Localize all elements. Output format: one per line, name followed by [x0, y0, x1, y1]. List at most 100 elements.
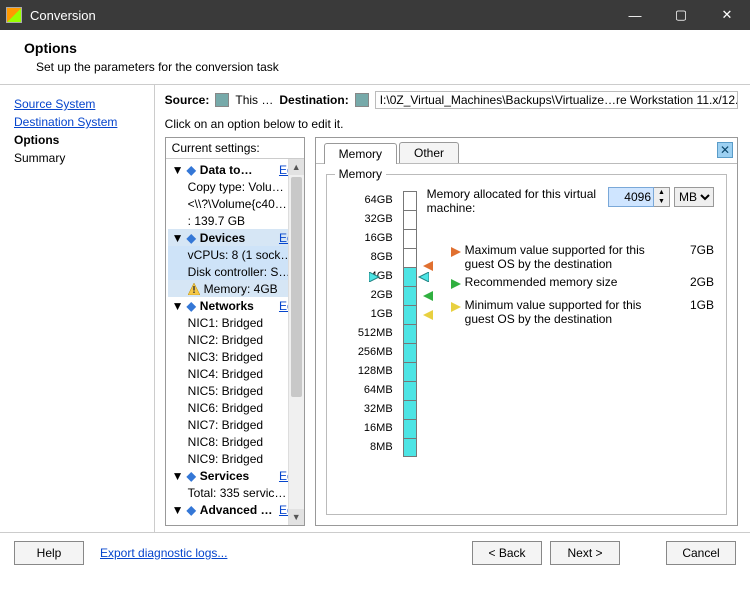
destination-value: I:\0Z_Virtual_Machines\Backups\Virtualiz…	[375, 91, 738, 109]
memory-alloc-stepper[interactable]: ▲▼	[654, 187, 670, 207]
memory-scale-label: 64GB	[339, 191, 393, 210]
memory-scale-label: 16MB	[339, 419, 393, 438]
memory-scale-label: 256MB	[339, 343, 393, 362]
close-button[interactable]: ✕	[704, 0, 750, 30]
tree-group[interactable]: ▼◆NetworksEdit	[168, 297, 304, 314]
memory-bar[interactable]	[399, 191, 421, 457]
tree-item[interactable]: vCPUs: 8 (1 sock…	[168, 246, 304, 263]
memory-bar-segment	[403, 343, 417, 362]
nav-source-system[interactable]: Source System	[14, 95, 148, 113]
settings-tree: Current settings: ▼◆Data to…EditCopy typ…	[165, 137, 305, 526]
memory-bar-segment	[403, 191, 417, 210]
memory-max-row: Maximum value supported for this guest O…	[451, 243, 714, 271]
titlebar: Conversion — ▢ ✕	[0, 0, 750, 30]
memory-scale-label: 32GB	[339, 210, 393, 229]
tab-other[interactable]: Other	[399, 142, 459, 163]
memory-alloc-input-group: ▲▼ MB	[608, 187, 714, 207]
memory-alloc-input[interactable]	[608, 187, 654, 207]
memory-bar-segment	[403, 324, 417, 343]
memory-markers	[421, 191, 437, 457]
tree-item[interactable]: NIC6: Bridged	[168, 399, 304, 416]
memory-alloc-label: Memory allocated for this virtual machin…	[427, 187, 598, 215]
memory-bar-segment	[403, 305, 417, 324]
tree-item[interactable]: NIC5: Bridged	[168, 382, 304, 399]
nav-summary[interactable]: Summary	[14, 149, 148, 167]
memory-bar-segment	[403, 248, 417, 267]
memory-scale-label: 4GB	[339, 267, 393, 286]
wizard-nav: Source System Destination System Options…	[0, 85, 155, 532]
tree-item[interactable]: NIC1: Bridged	[168, 314, 304, 331]
tree-item[interactable]: Copy type: Volu…	[168, 178, 304, 195]
memory-max-text: Maximum value supported for this guest O…	[465, 243, 674, 271]
tree-item[interactable]: NIC9: Bridged	[168, 450, 304, 467]
tree-item[interactable]: : 139.7 GB	[168, 212, 304, 229]
memory-scale-label: 64MB	[339, 381, 393, 400]
memory-scale-label: 8GB	[339, 248, 393, 267]
tree-item[interactable]: Disk controller: S…	[168, 263, 304, 280]
panel-close-icon[interactable]: ✕	[717, 142, 733, 158]
tree-item[interactable]: Total: 335 servic…	[168, 484, 304, 501]
memory-scale: 64GB32GB16GB8GB4GB2GB1GB512MB256MB128MB6…	[339, 191, 399, 457]
memory-scale-label: 128MB	[339, 362, 393, 381]
tree-scrollbar[interactable]: ▲▼	[288, 159, 304, 525]
help-button[interactable]: Help	[14, 541, 84, 565]
triangle-min-icon	[451, 302, 465, 314]
tree-header: Current settings:	[166, 138, 304, 159]
memory-bar-segment	[403, 229, 417, 248]
tree-item[interactable]: NIC4: Bridged	[168, 365, 304, 382]
memory-bar-segment	[403, 381, 417, 400]
tab-memory[interactable]: Memory	[324, 143, 397, 164]
nav-destination-system[interactable]: Destination System	[14, 113, 148, 131]
detail-panel: Memory Other ✕ Memory Memory allocated f…	[315, 137, 738, 526]
memory-group-legend: Memory	[335, 167, 386, 181]
memory-bar-segment	[403, 362, 417, 381]
tree-group[interactable]: ▼◆DevicesEdit	[168, 229, 304, 246]
memory-rec-value: 2GB	[674, 275, 714, 289]
memory-group: Memory Memory allocated for this virtual…	[326, 174, 727, 515]
minimize-button[interactable]: —	[612, 0, 658, 30]
source-dest-row: Source: This … Destination: I:\0Z_Virtua…	[165, 91, 738, 109]
memory-marker	[421, 260, 433, 274]
tree-item[interactable]: NIC8: Bridged	[168, 433, 304, 450]
export-logs-link[interactable]: Export diagnostic logs...	[100, 546, 227, 560]
tree-item[interactable]: <\\?\Volume{c40…	[168, 195, 304, 212]
memory-alloc-unit[interactable]: MB	[674, 187, 714, 207]
back-button[interactable]: < Back	[472, 541, 542, 565]
tab-bar: Memory Other ✕	[316, 138, 737, 164]
memory-marker	[421, 309, 433, 323]
triangle-rec-icon	[451, 279, 465, 291]
triangle-max-icon	[451, 247, 465, 259]
tree-item[interactable]: NIC7: Bridged	[168, 416, 304, 433]
tree-item[interactable]: Memory: 4GB	[168, 280, 304, 297]
warning-icon	[188, 283, 200, 295]
memory-min-text: Minimum value supported for this guest O…	[465, 298, 674, 326]
page-subtitle: Set up the parameters for the conversion…	[36, 60, 734, 74]
destination-label: Destination:	[279, 93, 348, 107]
tree-group[interactable]: ▼◆Data to…Edit	[168, 161, 304, 178]
memory-min-row: Minimum value supported for this guest O…	[451, 298, 714, 326]
memory-scale-label: 2GB	[339, 286, 393, 305]
source-value: This …	[235, 93, 273, 107]
hint-text: Click on an option below to edit it.	[165, 117, 738, 131]
maximize-button[interactable]: ▢	[658, 0, 704, 30]
memory-scale-label: 1GB	[339, 305, 393, 324]
memory-scale-label: 32MB	[339, 400, 393, 419]
cancel-button[interactable]: Cancel	[666, 541, 736, 565]
nav-options[interactable]: Options	[14, 131, 148, 149]
next-button[interactable]: Next >	[550, 541, 620, 565]
app-icon	[6, 7, 22, 23]
memory-bar-segment	[403, 419, 417, 438]
memory-bar-segment	[403, 286, 417, 305]
tree-item[interactable]: NIC3: Bridged	[168, 348, 304, 365]
memory-bar-segment	[403, 210, 417, 229]
tree-item[interactable]: NIC2: Bridged	[168, 331, 304, 348]
memory-marker	[421, 290, 433, 304]
footer: Help Export diagnostic logs... < Back Ne…	[0, 532, 750, 572]
tree-group[interactable]: ▼◆Advanced …Edit	[168, 501, 304, 518]
window-title: Conversion	[30, 8, 612, 23]
memory-max-value: 7GB	[674, 243, 714, 257]
memory-bar-segment	[403, 400, 417, 419]
memory-rec-text: Recommended memory size	[465, 275, 674, 289]
source-icon	[215, 93, 229, 107]
tree-group[interactable]: ▼◆ServicesEdit	[168, 467, 304, 484]
